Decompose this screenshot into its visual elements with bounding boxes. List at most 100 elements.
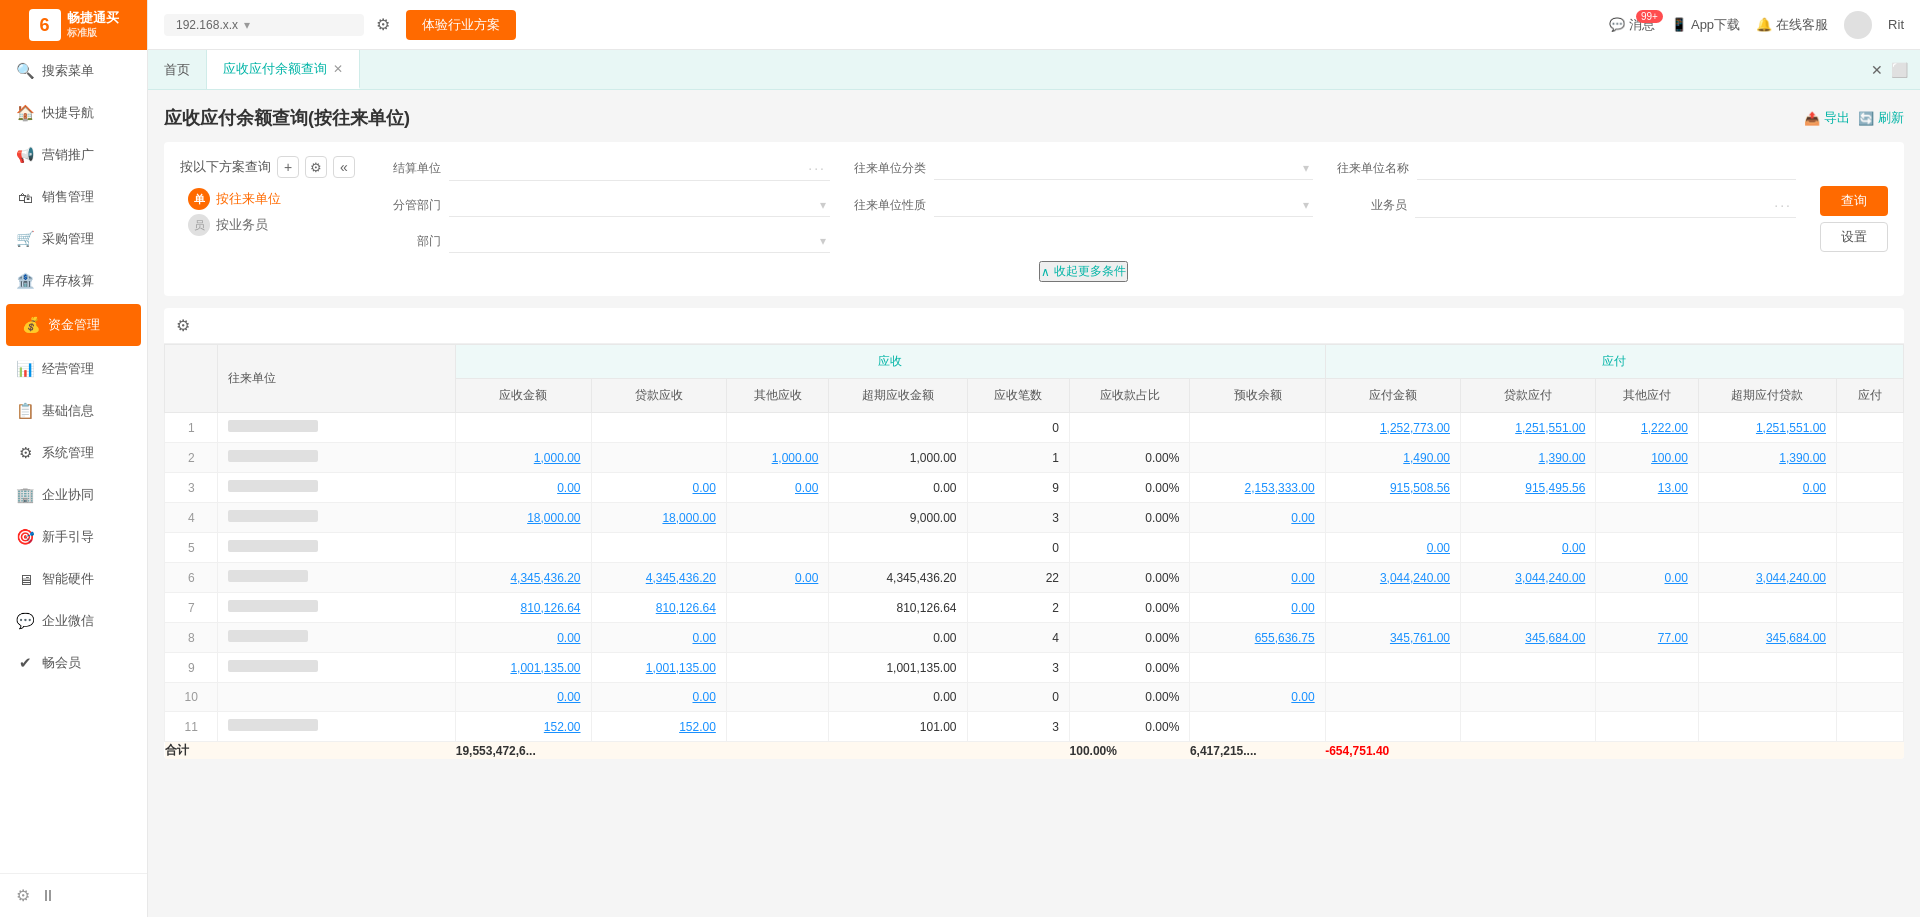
table-gear-icon[interactable]: ⚙ bbox=[176, 316, 190, 335]
table-cell[interactable]: 1,000.00 bbox=[726, 443, 829, 473]
table-cell[interactable]: 810,126.64 bbox=[591, 593, 726, 623]
settings-icon[interactable]: ⚙ bbox=[16, 886, 30, 905]
table-cell[interactable]: 655,636.75 bbox=[1190, 623, 1325, 653]
table-cell[interactable]: 152.00 bbox=[591, 712, 726, 742]
table-cell[interactable]: 4,345,436.20 bbox=[456, 563, 591, 593]
unit-category-input[interactable]: ▾ bbox=[934, 157, 1313, 180]
footer-overdue-ap bbox=[1698, 742, 1836, 760]
table-cell[interactable]: 1,001,135.00 bbox=[591, 653, 726, 683]
table-cell[interactable]: 0.00 bbox=[456, 473, 591, 503]
topbar-gear-icon[interactable]: ⚙ bbox=[376, 15, 390, 34]
sidebar-item-quicknav[interactable]: 🏠 快捷导航 bbox=[0, 92, 147, 134]
table-cell[interactable]: 152.00 bbox=[456, 712, 591, 742]
sidebar-item-system[interactable]: ⚙ 系统管理 bbox=[0, 432, 147, 474]
footer-ar-amount[interactable]: 19,553,472,6... bbox=[456, 742, 591, 760]
table-cell[interactable]: 0.00 bbox=[591, 473, 726, 503]
table-cell[interactable]: 100.00 bbox=[1596, 443, 1699, 473]
table-cell[interactable]: 4,345,436.20 bbox=[591, 563, 726, 593]
salesperson-input[interactable]: ··· bbox=[1415, 193, 1796, 218]
table-cell[interactable]: 1,490.00 bbox=[1325, 443, 1460, 473]
messages-button[interactable]: 💬 消息 99+ bbox=[1609, 16, 1655, 34]
table-cell[interactable]: 0.00 bbox=[1461, 533, 1596, 563]
online-service-button[interactable]: 🔔 在线客服 bbox=[1756, 16, 1828, 34]
table-cell[interactable]: 18,000.00 bbox=[591, 503, 726, 533]
table-cell[interactable]: 915,508.56 bbox=[1325, 473, 1460, 503]
refresh-button[interactable]: 🔄 刷新 bbox=[1858, 109, 1904, 127]
table-cell[interactable]: 13.00 bbox=[1596, 473, 1699, 503]
table-cell[interactable]: 18,000.00 bbox=[456, 503, 591, 533]
table-cell[interactable]: 1,390.00 bbox=[1698, 443, 1836, 473]
add-scheme-button[interactable]: + bbox=[277, 156, 299, 178]
scheme-collapse-icon[interactable]: « bbox=[333, 156, 355, 178]
sidebar-item-wechat[interactable]: 💬 企业微信 bbox=[0, 600, 147, 642]
footer-prepay[interactable]: 6,417,215.... bbox=[1190, 742, 1325, 760]
scheme-by-unit[interactable]: 单 按往来单位 bbox=[188, 188, 355, 210]
table-cell[interactable]: 1,251,551.00 bbox=[1461, 413, 1596, 443]
table-cell[interactable]: 1,252,773.00 bbox=[1325, 413, 1460, 443]
table-cell[interactable]: 3,044,240.00 bbox=[1698, 563, 1836, 593]
sidebar-item-hardware[interactable]: 🖥 智能硬件 bbox=[0, 558, 147, 600]
table-cell[interactable]: 3,044,240.00 bbox=[1325, 563, 1460, 593]
table-cell[interactable]: 1,390.00 bbox=[1461, 443, 1596, 473]
sidebar-item-basic[interactable]: 📋 基础信息 bbox=[0, 390, 147, 432]
tab-close-icon[interactable]: ✕ bbox=[333, 62, 343, 76]
table-cell: 0 bbox=[967, 533, 1070, 563]
sidebar-item-member[interactable]: ✔ 畅会员 bbox=[0, 642, 147, 684]
table-cell[interactable]: 0.00 bbox=[1190, 683, 1325, 712]
sidebar-item-newbie[interactable]: 🎯 新手引导 bbox=[0, 516, 147, 558]
set-button[interactable]: 设置 bbox=[1820, 222, 1888, 252]
table-cell[interactable]: 1,000.00 bbox=[456, 443, 591, 473]
table-cell[interactable]: 0.00 bbox=[1698, 473, 1836, 503]
table-cell[interactable]: 0.00 bbox=[1190, 503, 1325, 533]
dept-input[interactable]: ▾ bbox=[449, 230, 830, 253]
sidebar-item-purchase[interactable]: 🛒 采购管理 bbox=[0, 218, 147, 260]
table-cell[interactable]: 345,684.00 bbox=[1698, 623, 1836, 653]
address-bar[interactable]: 192.168.x.x ▾ bbox=[164, 14, 364, 36]
scheme-by-sales[interactable]: 员 按业务员 bbox=[188, 214, 355, 236]
dept-manager-input[interactable]: ▾ bbox=[449, 194, 830, 217]
footer-ap-amount[interactable]: -654,751.40 bbox=[1325, 742, 1460, 760]
table-cell[interactable]: 1,251,551.00 bbox=[1698, 413, 1836, 443]
sidebar-item-search[interactable]: 🔍 搜索菜单 bbox=[0, 50, 147, 92]
table-cell[interactable]: 77.00 bbox=[1596, 623, 1699, 653]
tab-arbalance[interactable]: 应收应付余额查询 ✕ bbox=[207, 50, 360, 89]
app-download-button[interactable]: 📱 App下载 bbox=[1671, 16, 1740, 34]
query-button[interactable]: 查询 bbox=[1820, 186, 1888, 216]
tab-home[interactable]: 首页 bbox=[148, 50, 207, 89]
sidebar-item-finance[interactable]: 💰 资金管理 bbox=[6, 304, 141, 346]
table-cell bbox=[829, 533, 967, 563]
table-cell[interactable]: 0.00 bbox=[456, 683, 591, 712]
export-button[interactable]: 📤 导出 bbox=[1804, 109, 1850, 127]
table-cell[interactable]: 1,222.00 bbox=[1596, 413, 1699, 443]
window-close-icon[interactable]: ✕ bbox=[1871, 62, 1883, 78]
table-cell[interactable]: 0.00 bbox=[591, 683, 726, 712]
table-cell[interactable]: 345,761.00 bbox=[1325, 623, 1460, 653]
table-cell[interactable]: 345,684.00 bbox=[1461, 623, 1596, 653]
table-cell[interactable]: 810,126.64 bbox=[456, 593, 591, 623]
unit-nature-input[interactable]: ▾ bbox=[934, 194, 1313, 217]
unit-name-input[interactable] bbox=[1417, 157, 1796, 180]
collapse-button[interactable]: ∧ 收起更多条件 bbox=[1039, 261, 1128, 282]
table-cell[interactable]: 0.00 bbox=[726, 563, 829, 593]
window-maximize-icon[interactable]: ⬜ bbox=[1891, 62, 1908, 78]
sidebar-item-ops[interactable]: 📊 经营管理 bbox=[0, 348, 147, 390]
table-cell[interactable]: 0.00 bbox=[1325, 533, 1460, 563]
table-cell[interactable]: 0.00 bbox=[1190, 563, 1325, 593]
scheme-settings-icon[interactable]: ⚙ bbox=[305, 156, 327, 178]
table-cell[interactable]: 0.00 bbox=[1190, 593, 1325, 623]
sidebar-item-marketing[interactable]: 📢 营销推广 bbox=[0, 134, 147, 176]
table-cell[interactable]: 2,153,333.00 bbox=[1190, 473, 1325, 503]
table-cell[interactable]: 0.00 bbox=[1596, 563, 1699, 593]
settlement-unit-input[interactable]: ··· bbox=[449, 156, 830, 181]
sidebar-item-sales[interactable]: 🛍 销售管理 bbox=[0, 176, 147, 218]
table-cell[interactable]: 0.00 bbox=[591, 623, 726, 653]
table-cell[interactable]: 915,495.56 bbox=[1461, 473, 1596, 503]
table-cell[interactable]: 1,001,135.00 bbox=[456, 653, 591, 683]
table-cell[interactable]: 0.00 bbox=[726, 473, 829, 503]
collapse-icon[interactable]: ⏸ bbox=[40, 887, 56, 905]
solution-button[interactable]: 体验行业方案 bbox=[406, 10, 516, 40]
table-cell[interactable]: 0.00 bbox=[456, 623, 591, 653]
table-cell[interactable]: 3,044,240.00 bbox=[1461, 563, 1596, 593]
sidebar-item-inventory[interactable]: 🏦 库存核算 bbox=[0, 260, 147, 302]
sidebar-item-collab[interactable]: 🏢 企业协同 bbox=[0, 474, 147, 516]
